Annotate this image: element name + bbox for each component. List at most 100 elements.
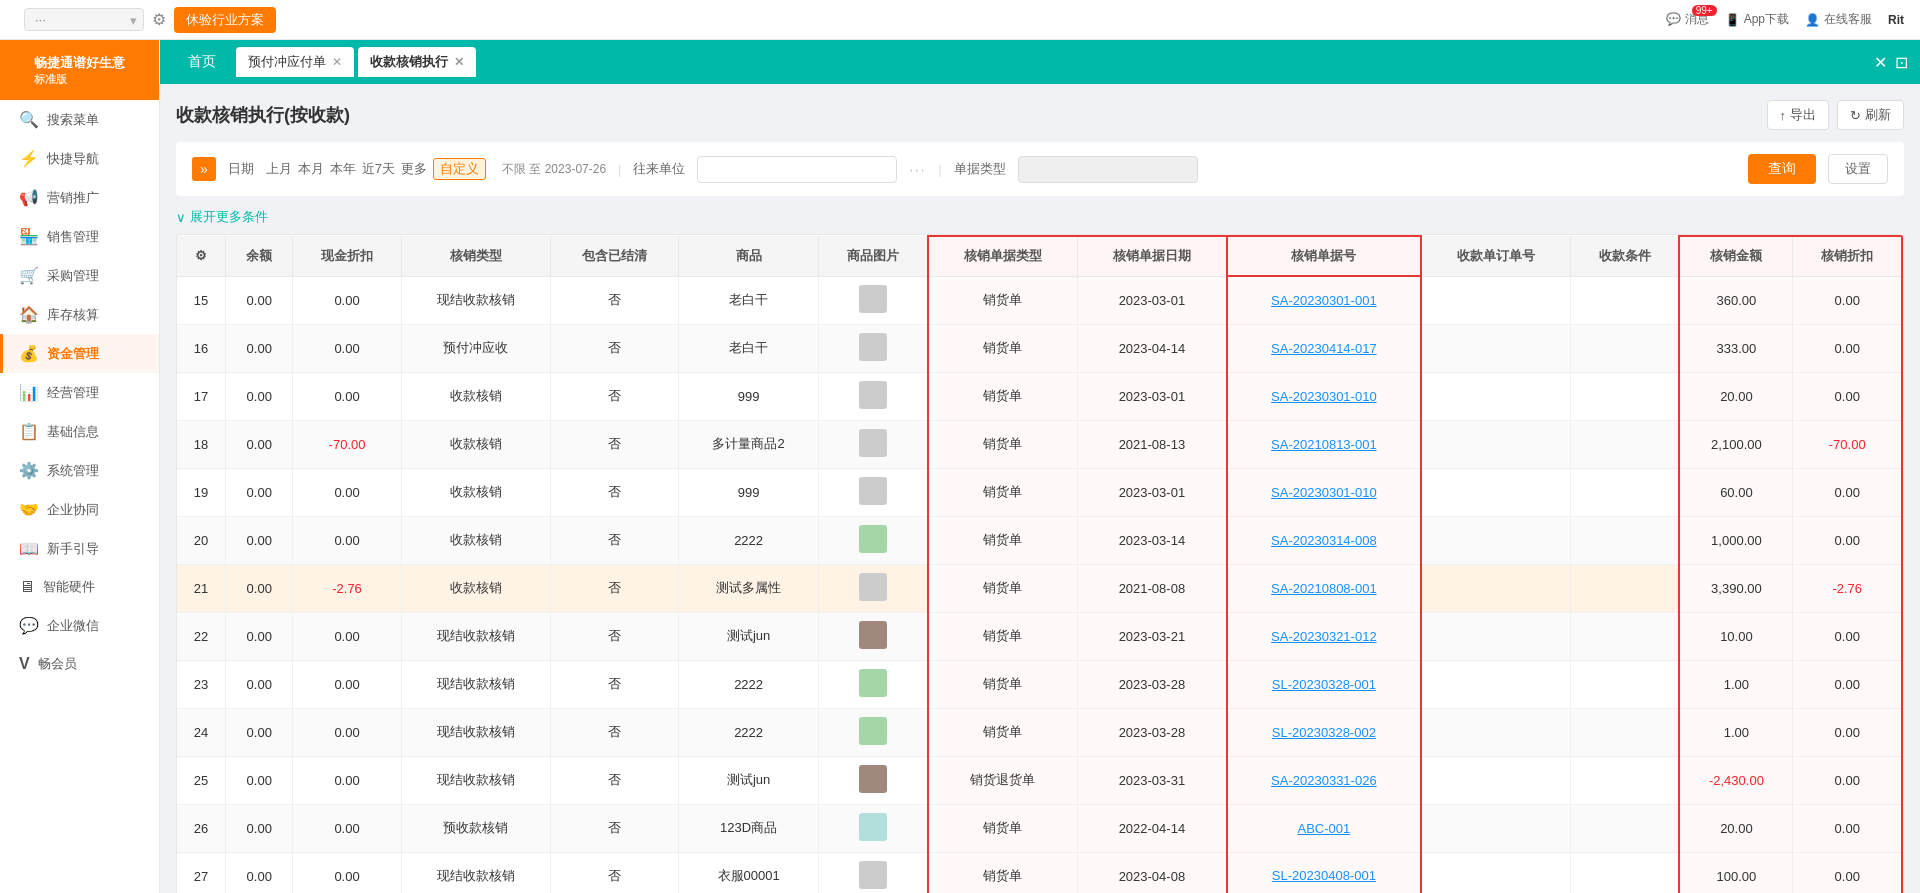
cell-balance: 0.00 bbox=[226, 756, 293, 804]
verify-no-link[interactable]: SA-20230314-008 bbox=[1271, 533, 1377, 548]
sidebar-item-label: 资金管理 bbox=[47, 345, 99, 363]
refresh-button[interactable]: ↻ 刷新 bbox=[1837, 100, 1904, 130]
date-custom[interactable]: 自定义 bbox=[433, 158, 486, 180]
tab-close-prepay[interactable]: ✕ bbox=[332, 55, 342, 69]
query-button[interactable]: 查询 bbox=[1748, 154, 1816, 184]
date-more[interactable]: 更多 bbox=[401, 160, 427, 178]
verify-no-link[interactable]: SA-20230321-012 bbox=[1271, 629, 1377, 644]
company-selector[interactable]: ··· ▾ bbox=[24, 8, 144, 31]
export-button[interactable]: ↑ 导出 bbox=[1767, 100, 1830, 130]
sidebar-item-sales[interactable]: 🏪 销售管理 bbox=[0, 217, 159, 256]
date-last-7days[interactable]: 近7天 bbox=[362, 160, 395, 178]
tab-maximize-icon[interactable]: ⊡ bbox=[1895, 53, 1908, 72]
cell-id: 23 bbox=[177, 660, 226, 708]
verify-no-link[interactable]: SL-20230328-001 bbox=[1272, 677, 1376, 692]
message-count: 99+ bbox=[1692, 5, 1717, 16]
tab-prepay[interactable]: 预付冲应付单 ✕ bbox=[236, 47, 354, 77]
col-goods-img[interactable]: 商品图片 bbox=[819, 236, 928, 276]
sidebar-item-collab[interactable]: 🤝 企业协同 bbox=[0, 490, 159, 529]
col-include-settled[interactable]: 包含已结清 bbox=[550, 236, 679, 276]
cell-include-settled: 否 bbox=[550, 852, 679, 893]
date-last-month[interactable]: 上月 bbox=[266, 160, 292, 178]
col-verify-no[interactable]: 核销单据号 bbox=[1227, 236, 1421, 276]
verify-no-link[interactable]: ABC-001 bbox=[1297, 821, 1350, 836]
partner-input[interactable] bbox=[697, 156, 897, 183]
verify-no-link[interactable]: SA-20230331-026 bbox=[1271, 773, 1377, 788]
verify-no-link[interactable]: SA-20230301-010 bbox=[1271, 389, 1377, 404]
col-setting[interactable]: ⚙ bbox=[177, 236, 226, 276]
date-this-year[interactable]: 本年 bbox=[330, 160, 356, 178]
cell-balance: 0.00 bbox=[226, 708, 293, 756]
cell-receipt-condition bbox=[1570, 564, 1679, 612]
cell-goods-img bbox=[819, 660, 928, 708]
verify-no-link[interactable]: SA-20210813-001 bbox=[1271, 437, 1377, 452]
verify-no-link[interactable]: SA-20230414-017 bbox=[1271, 341, 1377, 356]
sidebar-item-label: 新手引导 bbox=[47, 540, 99, 558]
sidebar-item-shortcuts[interactable]: ⚡ 快捷导航 bbox=[0, 139, 159, 178]
cell-verify-voucher-type: 销货单 bbox=[928, 324, 1078, 372]
tab-minimize-icon[interactable]: ✕ bbox=[1874, 53, 1887, 72]
cell-goods: 老白干 bbox=[679, 276, 819, 324]
col-cash-discount[interactable]: 现金折扣 bbox=[293, 236, 401, 276]
cell-verify-date: 2023-03-31 bbox=[1077, 756, 1227, 804]
cell-receipt-condition bbox=[1570, 468, 1679, 516]
online-service-button[interactable]: 👤 在线客服 bbox=[1805, 11, 1872, 28]
cell-verify-voucher-type: 销货单 bbox=[928, 612, 1078, 660]
filter-expand-button[interactable]: » bbox=[192, 157, 216, 181]
gear-icon[interactable]: ⚙ bbox=[152, 10, 166, 29]
col-receipt-condition[interactable]: 收款条件 bbox=[1570, 236, 1679, 276]
col-verify-voucher-type[interactable]: 核销单据类型 bbox=[928, 236, 1078, 276]
sidebar-item-wechat[interactable]: 💬 企业微信 bbox=[0, 606, 159, 645]
cell-verify-amount: 10.00 bbox=[1679, 612, 1793, 660]
sidebar-item-inventory[interactable]: 🏠 库存核算 bbox=[0, 295, 159, 334]
cell-cash-discount: 0.00 bbox=[293, 612, 401, 660]
sidebar-item-purchase[interactable]: 🛒 采购管理 bbox=[0, 256, 159, 295]
message-button[interactable]: 💬 消息 99+ bbox=[1666, 11, 1708, 28]
cell-verify-no: SL-20230328-002 bbox=[1227, 708, 1421, 756]
cell-receipt-condition bbox=[1570, 660, 1679, 708]
voucher-type-select[interactable] bbox=[1018, 156, 1198, 183]
tab-receipt-verify[interactable]: 收款核销执行 ✕ bbox=[358, 47, 476, 77]
app-download-button[interactable]: 📱 App下载 bbox=[1725, 11, 1789, 28]
sidebar-item-guide[interactable]: 📖 新手引导 bbox=[0, 529, 159, 568]
col-balance[interactable]: 余额 bbox=[226, 236, 293, 276]
col-verify-type[interactable]: 核销类型 bbox=[401, 236, 550, 276]
expand-more-button[interactable]: ∨ 展开更多条件 bbox=[176, 208, 1904, 226]
cell-goods-img bbox=[819, 612, 928, 660]
tab-close-receipt[interactable]: ✕ bbox=[454, 55, 464, 69]
verify-no-link[interactable]: SA-20230301-010 bbox=[1271, 485, 1377, 500]
sidebar-item-member[interactable]: V 畅会员 bbox=[0, 645, 159, 683]
page-title: 收款核销执行(按收款) bbox=[176, 103, 350, 127]
solution-button[interactable]: 休验行业方案 bbox=[174, 7, 276, 33]
sidebar-item-operations[interactable]: 📊 经营管理 bbox=[0, 373, 159, 412]
sidebar-item-marketing[interactable]: 📢 营销推广 bbox=[0, 178, 159, 217]
verify-no-link[interactable]: SA-20230301-001 bbox=[1271, 293, 1377, 308]
verify-no-link[interactable]: SL-20230408-001 bbox=[1272, 868, 1376, 883]
cell-verify-date: 2023-03-01 bbox=[1077, 468, 1227, 516]
cell-balance: 0.00 bbox=[226, 660, 293, 708]
sidebar-item-search[interactable]: 🔍 搜索菜单 bbox=[0, 100, 159, 139]
col-verify-discount[interactable]: 核销折扣 bbox=[1793, 236, 1902, 276]
cell-receipt-condition bbox=[1570, 324, 1679, 372]
cell-verify-amount: 2,100.00 bbox=[1679, 420, 1793, 468]
date-label: 日期 bbox=[228, 160, 254, 178]
sidebar-item-system[interactable]: ⚙️ 系统管理 bbox=[0, 451, 159, 490]
cell-receipt-order-no bbox=[1421, 420, 1571, 468]
cell-verify-no: SA-20230301-010 bbox=[1227, 372, 1421, 420]
col-receipt-order-no[interactable]: 收款单订单号 bbox=[1421, 236, 1571, 276]
cell-receipt-order-no bbox=[1421, 324, 1571, 372]
col-verify-date[interactable]: 核销单据日期 bbox=[1077, 236, 1227, 276]
verify-no-link[interactable]: SA-20210808-001 bbox=[1271, 581, 1377, 596]
cell-id: 15 bbox=[177, 276, 226, 324]
col-goods[interactable]: 商品 bbox=[679, 236, 819, 276]
col-verify-amount[interactable]: 核销金额 bbox=[1679, 236, 1793, 276]
date-this-month[interactable]: 本月 bbox=[298, 160, 324, 178]
cell-verify-voucher-type: 销货单 bbox=[928, 372, 1078, 420]
tab-home[interactable]: 首页 bbox=[172, 47, 232, 77]
sidebar-item-hardware[interactable]: 🖥 智能硬件 bbox=[0, 568, 159, 606]
sidebar-item-finance[interactable]: 💰 资金管理 bbox=[0, 334, 159, 373]
verify-no-link[interactable]: SL-20230328-002 bbox=[1272, 725, 1376, 740]
basic-info-icon: 📋 bbox=[19, 422, 39, 441]
sidebar-item-basic-info[interactable]: 📋 基础信息 bbox=[0, 412, 159, 451]
settings-button[interactable]: 设置 bbox=[1828, 154, 1888, 184]
